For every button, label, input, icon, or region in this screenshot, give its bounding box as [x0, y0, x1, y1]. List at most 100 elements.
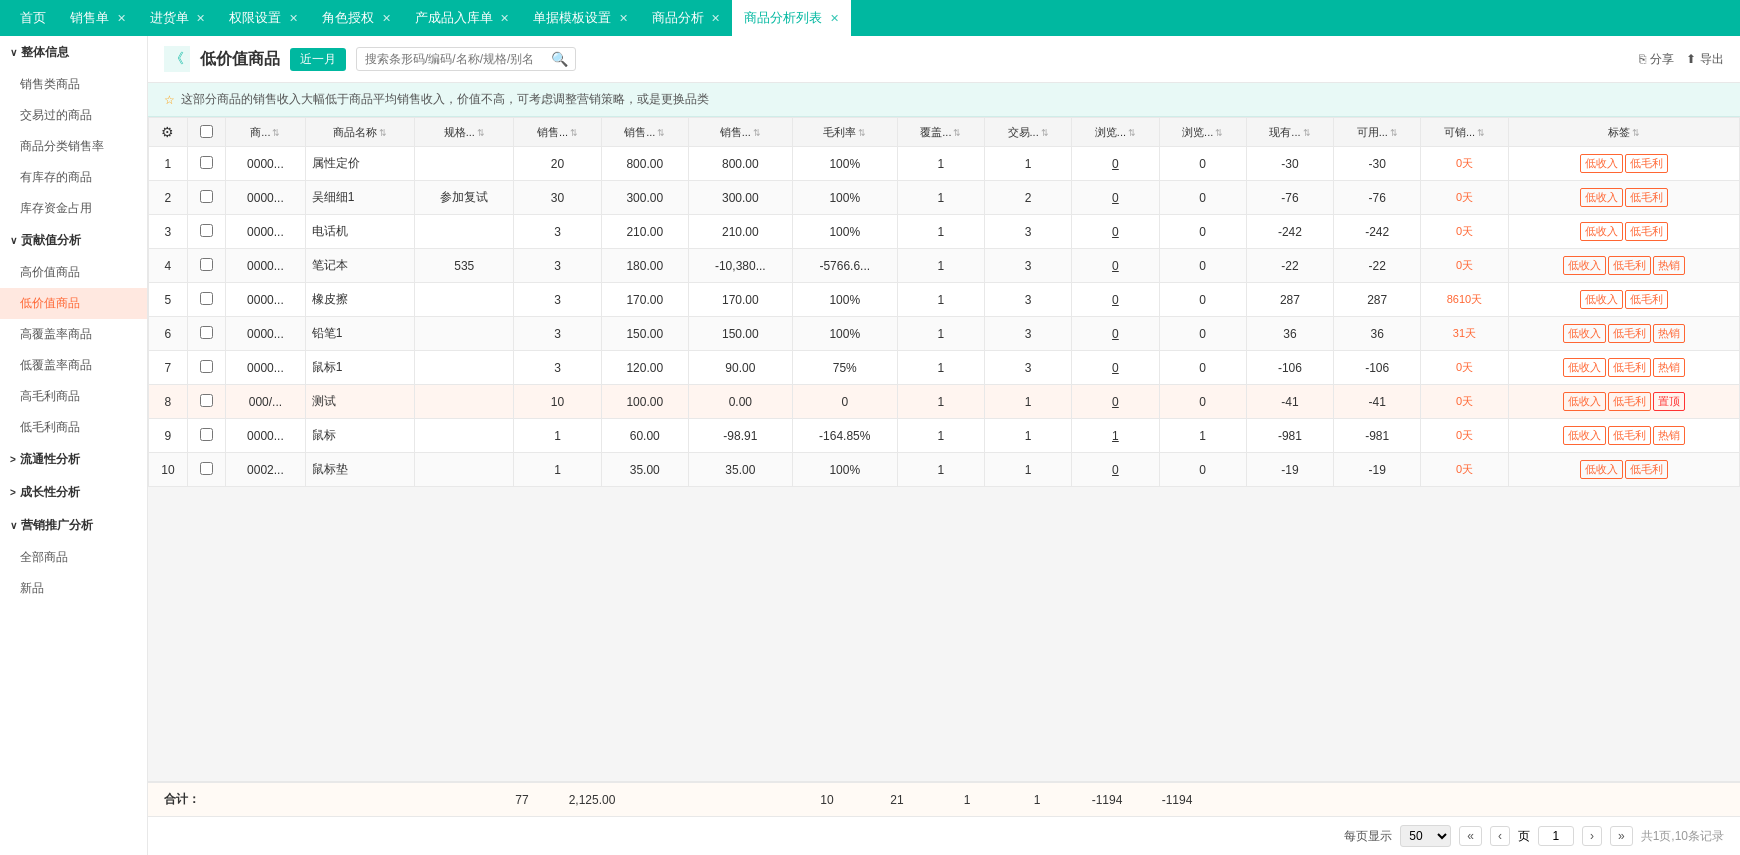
sidebar-item-low-coverage[interactable]: 低覆盖率商品: [0, 350, 147, 381]
checkbox-header[interactable]: [187, 118, 225, 147]
nav-close-icon[interactable]: ✕: [289, 12, 298, 24]
first-page-button[interactable]: «: [1459, 826, 1482, 846]
page-number-input[interactable]: [1538, 826, 1574, 846]
row-pv2: 0: [1159, 351, 1246, 385]
settings-header[interactable]: ⚙: [149, 118, 188, 147]
sidebar-item-low-value[interactable]: 低价值商品: [0, 288, 147, 319]
row-checkbox-cell[interactable]: [187, 419, 225, 453]
sidebar-item-traded-products[interactable]: 交易过的商品: [0, 100, 147, 131]
th-stock[interactable]: 现有...⇅: [1246, 118, 1333, 147]
sidebar-collapse-button[interactable]: 《: [164, 46, 190, 72]
row-checkbox[interactable]: [200, 224, 213, 237]
pv-link[interactable]: 1: [1112, 429, 1119, 443]
row-checkbox[interactable]: [200, 428, 213, 441]
row-checkbox[interactable]: [200, 462, 213, 475]
select-all-checkbox[interactable]: [200, 125, 213, 138]
row-checkbox-cell[interactable]: [187, 351, 225, 385]
pv-link[interactable]: 0: [1112, 225, 1119, 239]
sidebar-section-marketing[interactable]: ∨ 营销推广分析: [0, 509, 147, 542]
row-checkbox-cell[interactable]: [187, 385, 225, 419]
row-checkbox-cell[interactable]: [187, 249, 225, 283]
last-page-button[interactable]: »: [1610, 826, 1633, 846]
nav-product-stock[interactable]: 产成品入库单 ✕: [403, 0, 522, 36]
pv-link[interactable]: 0: [1112, 327, 1119, 341]
sidebar-item-low-margin[interactable]: 低毛利商品: [0, 412, 147, 443]
table-wrapper[interactable]: ⚙ 商...⇅ 商品名称⇅ 规格...⇅ 销售...⇅ 销售...⇅ 销售...…: [148, 117, 1740, 781]
sidebar-section-liquidity[interactable]: > 流通性分析: [0, 443, 147, 476]
sidebar-item-category-sales-rate[interactable]: 商品分类销售率: [0, 131, 147, 162]
sidebar-item-high-coverage[interactable]: 高覆盖率商品: [0, 319, 147, 350]
row-checkbox-cell[interactable]: [187, 317, 225, 351]
pv-link[interactable]: 0: [1112, 463, 1119, 477]
settings-icon[interactable]: ⚙: [161, 124, 174, 140]
row-checkbox[interactable]: [200, 190, 213, 203]
row-checkbox-cell[interactable]: [187, 283, 225, 317]
row-checkbox[interactable]: [200, 292, 213, 305]
th-saleable[interactable]: 可销...⇅: [1421, 118, 1508, 147]
th-tag[interactable]: 标签⇅: [1508, 118, 1739, 147]
row-checkbox[interactable]: [200, 156, 213, 169]
th-spec[interactable]: 规格...⇅: [415, 118, 514, 147]
row-checkbox-cell[interactable]: [187, 147, 225, 181]
pv-link[interactable]: 0: [1112, 157, 1119, 171]
nav-home[interactable]: 首页: [8, 0, 58, 36]
sidebar-item-new-products[interactable]: 新品: [0, 573, 147, 604]
next-page-button[interactable]: ›: [1582, 826, 1602, 846]
th-available[interactable]: 可用...⇅: [1334, 118, 1421, 147]
nav-close-icon[interactable]: ✕: [830, 12, 839, 24]
th-coverage[interactable]: 覆盖...⇅: [897, 118, 984, 147]
th-sales-amount[interactable]: 销售...⇅: [601, 118, 688, 147]
sidebar-item-high-margin[interactable]: 高毛利商品: [0, 381, 147, 412]
nav-product-analysis-list[interactable]: 商品分析列表 ✕: [732, 0, 851, 36]
nav-purchase-order[interactable]: 进货单 ✕: [138, 0, 218, 36]
share-button[interactable]: ⎘ 分享: [1639, 51, 1674, 68]
row-checkbox-cell[interactable]: [187, 453, 225, 487]
nav-template-settings[interactable]: 单据模板设置 ✕: [521, 0, 640, 36]
row-checkbox[interactable]: [200, 360, 213, 373]
pv-link[interactable]: 0: [1112, 191, 1119, 205]
sidebar-item-sales-products[interactable]: 销售类商品: [0, 69, 147, 100]
th-code[interactable]: 商...⇅: [226, 118, 305, 147]
nav-close-icon[interactable]: ✕: [117, 12, 126, 24]
th-sales-avg[interactable]: 销售...⇅: [688, 118, 792, 147]
th-sales-qty[interactable]: 销售...⇅: [514, 118, 601, 147]
sidebar-item-high-value[interactable]: 高价值商品: [0, 257, 147, 288]
nav-close-icon[interactable]: ✕: [382, 12, 391, 24]
nav-role-auth[interactable]: 角色授权 ✕: [310, 0, 403, 36]
row-checkbox-cell[interactable]: [187, 181, 225, 215]
nav-sales-order[interactable]: 销售单 ✕: [58, 0, 138, 36]
product-tag: 低毛利: [1625, 460, 1668, 479]
sidebar-section-contribution[interactable]: ∨ 贡献值分析: [0, 224, 147, 257]
row-days: 0天: [1421, 385, 1508, 419]
nav-close-icon[interactable]: ✕: [619, 12, 628, 24]
row-checkbox[interactable]: [200, 394, 213, 407]
page-size-select[interactable]: 50 100 200: [1400, 825, 1451, 847]
th-name[interactable]: 商品名称⇅: [305, 118, 415, 147]
pv-link[interactable]: 0: [1112, 395, 1119, 409]
nav-close-icon[interactable]: ✕: [711, 12, 720, 24]
sidebar-item-all-products[interactable]: 全部商品: [0, 542, 147, 573]
search-input[interactable]: [356, 47, 576, 71]
row-checkbox-cell[interactable]: [187, 215, 225, 249]
date-filter-button[interactable]: 近一月: [290, 48, 346, 71]
nav-permissions[interactable]: 权限设置 ✕: [217, 0, 310, 36]
sidebar-section-overall[interactable]: ∨ 整体信息: [0, 36, 147, 69]
row-checkbox[interactable]: [200, 258, 213, 271]
pv-link[interactable]: 0: [1112, 293, 1119, 307]
th-gross-margin[interactable]: 毛利率⇅: [792, 118, 897, 147]
sidebar-item-stock-capital[interactable]: 库存资金占用: [0, 193, 147, 224]
export-button[interactable]: ⬆ 导出: [1686, 51, 1724, 68]
prev-page-button[interactable]: ‹: [1490, 826, 1510, 846]
pv-link[interactable]: 0: [1112, 259, 1119, 273]
sidebar-section-growth[interactable]: > 成长性分析: [0, 476, 147, 509]
th-transaction[interactable]: 交易...⇅: [985, 118, 1072, 147]
nav-close-icon[interactable]: ✕: [500, 12, 509, 24]
th-pv1[interactable]: 浏览...⇅: [1072, 118, 1159, 147]
search-icon[interactable]: 🔍: [551, 51, 568, 67]
nav-close-icon[interactable]: ✕: [196, 12, 205, 24]
row-checkbox[interactable]: [200, 326, 213, 339]
th-pv2[interactable]: 浏览...⇅: [1159, 118, 1246, 147]
sidebar-item-stock-products[interactable]: 有库存的商品: [0, 162, 147, 193]
nav-product-analysis[interactable]: 商品分析 ✕: [640, 0, 733, 36]
pv-link[interactable]: 0: [1112, 361, 1119, 375]
